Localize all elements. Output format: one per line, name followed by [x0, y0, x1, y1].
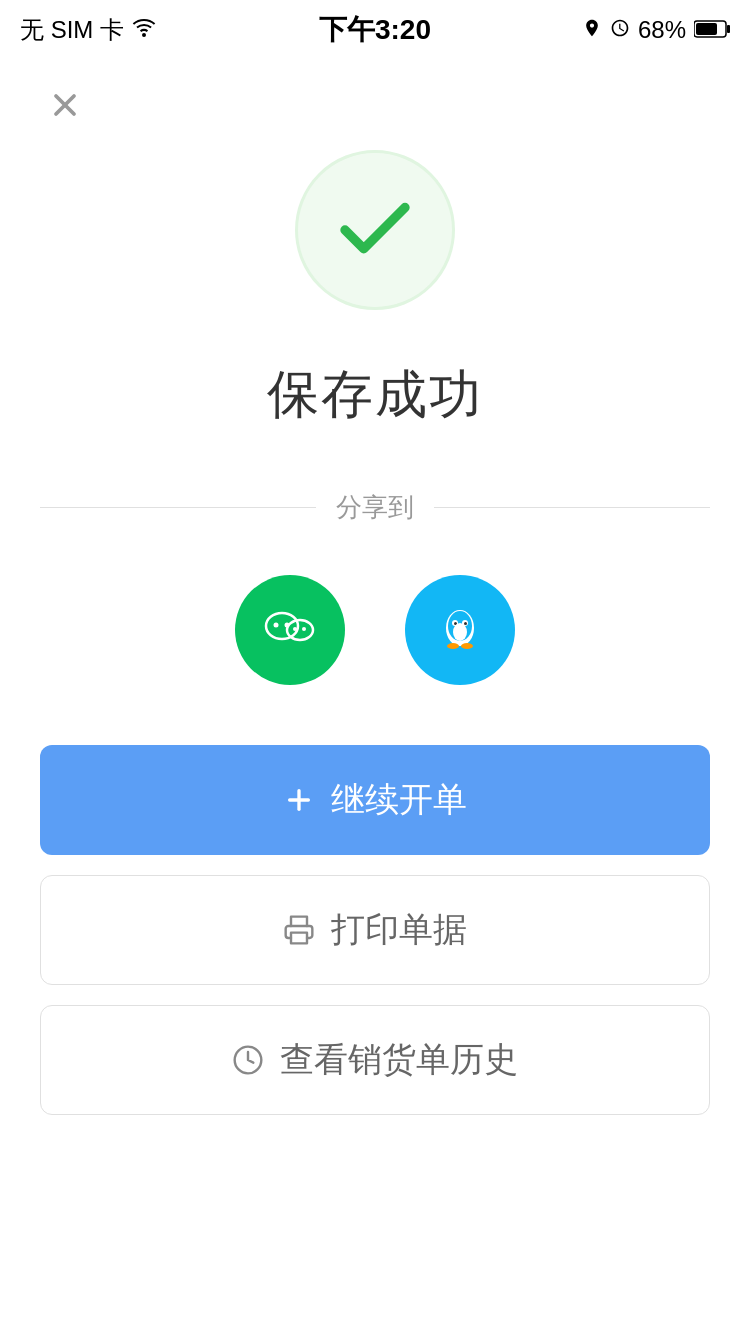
- status-time: 下午3:20: [319, 11, 431, 49]
- divider-line-left: [40, 507, 316, 508]
- svg-point-10: [293, 627, 297, 631]
- alarm-icon: [610, 16, 630, 44]
- history-button[interactable]: 查看销货单历史: [40, 1005, 710, 1115]
- svg-rect-3: [696, 23, 717, 35]
- share-divider: 分享到: [40, 490, 710, 525]
- main-content: 保存成功 分享到: [0, 60, 750, 1155]
- print-icon: [283, 914, 315, 946]
- plus-icon: [283, 784, 315, 816]
- battery-icon: [694, 16, 730, 44]
- success-title: 保存成功: [267, 360, 483, 430]
- qq-share-button[interactable]: [405, 575, 515, 685]
- status-right: 68%: [582, 16, 730, 44]
- svg-point-20: [461, 643, 473, 649]
- history-icon: [232, 1044, 264, 1076]
- history-label: 查看销货单历史: [280, 1037, 518, 1083]
- status-bar: 无 SIM 卡 下午3:20 68%: [0, 0, 750, 60]
- svg-rect-24: [291, 933, 307, 944]
- status-left: 无 SIM 卡: [20, 14, 156, 46]
- battery-text: 68%: [638, 16, 686, 44]
- svg-point-19: [447, 643, 459, 649]
- svg-point-7: [287, 620, 313, 640]
- svg-point-6: [266, 613, 298, 639]
- svg-point-11: [302, 627, 306, 631]
- svg-point-0: [143, 34, 145, 36]
- location-icon: [582, 16, 602, 44]
- action-buttons: 继续开单 打印单据 查看销货单历史: [40, 745, 710, 1115]
- svg-point-17: [464, 622, 467, 625]
- svg-rect-2: [727, 25, 730, 33]
- svg-point-21: [453, 623, 467, 641]
- svg-point-9: [284, 622, 289, 627]
- continue-label: 继续开单: [331, 777, 467, 823]
- divider-line-right: [434, 507, 710, 508]
- share-label: 分享到: [336, 490, 414, 525]
- svg-point-8: [273, 622, 278, 627]
- print-button[interactable]: 打印单据: [40, 875, 710, 985]
- success-icon-circle: [295, 150, 455, 310]
- print-label: 打印单据: [331, 907, 467, 953]
- wifi-icon: [132, 15, 156, 45]
- carrier-text: 无 SIM 卡: [20, 14, 124, 46]
- continue-button[interactable]: 继续开单: [40, 745, 710, 855]
- wechat-share-button[interactable]: [235, 575, 345, 685]
- share-icons: [235, 575, 515, 685]
- close-button[interactable]: [40, 80, 90, 130]
